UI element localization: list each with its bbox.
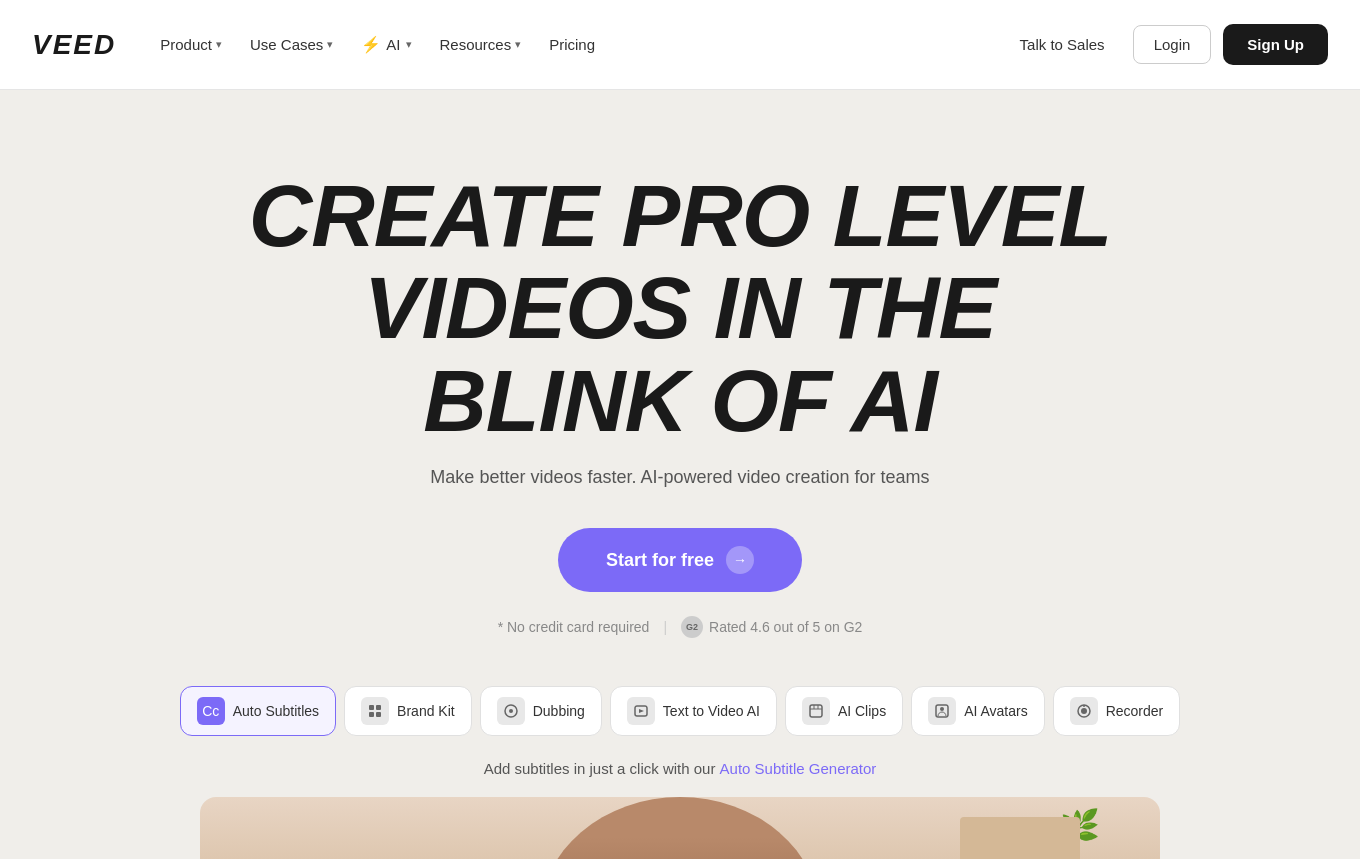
nav-pricing-label: Pricing [549,36,595,53]
bolt-icon: ⚡ [361,35,381,54]
nav-pricing[interactable]: Pricing [537,28,607,61]
svg-rect-3 [376,712,381,717]
tab-auto-subtitles-label: Auto Subtitles [233,703,319,719]
g2-rating-text: Rated 4.6 out of 5 on G2 [709,619,862,635]
feature-desc-link[interactable]: Auto Subtitle Generator [720,760,877,777]
chevron-down-icon: ▾ [327,38,333,51]
feature-tabs: Cc Auto Subtitles Brand Kit Dubbing Text… [180,686,1181,736]
tab-auto-subtitles[interactable]: Cc Auto Subtitles [180,686,336,736]
nav-resources-label: Resources [440,36,512,53]
tab-dubbing-label: Dubbing [533,703,585,719]
svg-rect-2 [369,712,374,717]
hero-subtitle: Make better videos faster. AI-powered vi… [430,467,929,488]
navbar: VEED Product ▾ Use Cases ▾ ⚡ AI ▾ Resour… [0,0,1360,90]
nav-ai[interactable]: ⚡ AI ▾ [349,27,423,62]
auto-subtitles-icon: Cc [197,697,225,725]
shelf-decoration [960,817,1080,859]
svg-rect-1 [376,705,381,710]
g2-logo-icon: G2 [681,616,703,638]
hero-title-line2: VIDEOS IN THE BLINK OF AI [364,258,996,449]
brand-kit-icon [361,697,389,725]
svg-point-13 [940,707,944,711]
talk-to-sales-button[interactable]: Talk to Sales [1004,26,1121,63]
svg-marker-7 [639,709,644,713]
hero-section: CREATE PRO LEVEL VIDEOS IN THE BLINK OF … [0,90,1360,859]
login-button[interactable]: Login [1133,25,1212,64]
nav-use-cases[interactable]: Use Cases ▾ [238,28,345,61]
dubbing-icon [497,697,525,725]
navbar-left: VEED Product ▾ Use Cases ▾ ⚡ AI ▾ Resour… [32,27,607,62]
nav-product[interactable]: Product ▾ [148,28,234,61]
video-preview: 🌿 [200,797,1160,859]
chevron-down-icon: ▾ [515,38,521,51]
tab-ai-avatars-label: AI Avatars [964,703,1028,719]
feature-description: Add subtitles in just a click with our A… [484,760,877,777]
sign-up-button[interactable]: Sign Up [1223,24,1328,65]
hero-title-line1: CREATE PRO LEVEL [249,166,1111,265]
nav-ai-label: AI [386,36,400,53]
tab-text-to-video-label: Text to Video AI [663,703,760,719]
arrow-icon: → [726,546,754,574]
svg-point-5 [509,709,513,713]
svg-rect-8 [810,705,822,717]
tab-recorder[interactable]: Recorder [1053,686,1181,736]
tab-recorder-label: Recorder [1106,703,1164,719]
tab-brand-kit[interactable]: Brand Kit [344,686,472,736]
nav-use-cases-label: Use Cases [250,36,323,53]
meta-divider: | [663,619,667,635]
hero-meta: * No credit card required | G2 Rated 4.6… [498,616,863,638]
hero-title: CREATE PRO LEVEL VIDEOS IN THE BLINK OF … [230,170,1130,447]
recorder-icon [1070,697,1098,725]
tab-ai-clips[interactable]: AI Clips [785,686,903,736]
logo[interactable]: VEED [32,29,116,61]
nav-links: Product ▾ Use Cases ▾ ⚡ AI ▾ Resources ▾… [148,27,607,62]
tab-dubbing[interactable]: Dubbing [480,686,602,736]
ai-clips-icon [802,697,830,725]
tab-text-to-video[interactable]: Text to Video AI [610,686,777,736]
chevron-down-icon: ▾ [406,38,412,51]
start-for-free-button[interactable]: Start for free → [558,528,802,592]
tab-ai-avatars[interactable]: AI Avatars [911,686,1045,736]
nav-product-label: Product [160,36,212,53]
text-to-video-icon [627,697,655,725]
tab-brand-kit-label: Brand Kit [397,703,455,719]
chevron-down-icon: ▾ [216,38,222,51]
nav-resources[interactable]: Resources ▾ [428,28,534,61]
navbar-right: Talk to Sales Login Sign Up [1004,24,1328,65]
g2-rating: G2 Rated 4.6 out of 5 on G2 [681,616,862,638]
feature-desc-text: Add subtitles in just a click with our [484,760,720,777]
svg-point-15 [1081,708,1087,714]
tab-ai-clips-label: AI Clips [838,703,886,719]
no-credit-card-text: * No credit card required [498,619,650,635]
svg-rect-0 [369,705,374,710]
person-image [540,797,820,859]
start-button-label: Start for free [606,550,714,571]
ai-avatars-icon [928,697,956,725]
